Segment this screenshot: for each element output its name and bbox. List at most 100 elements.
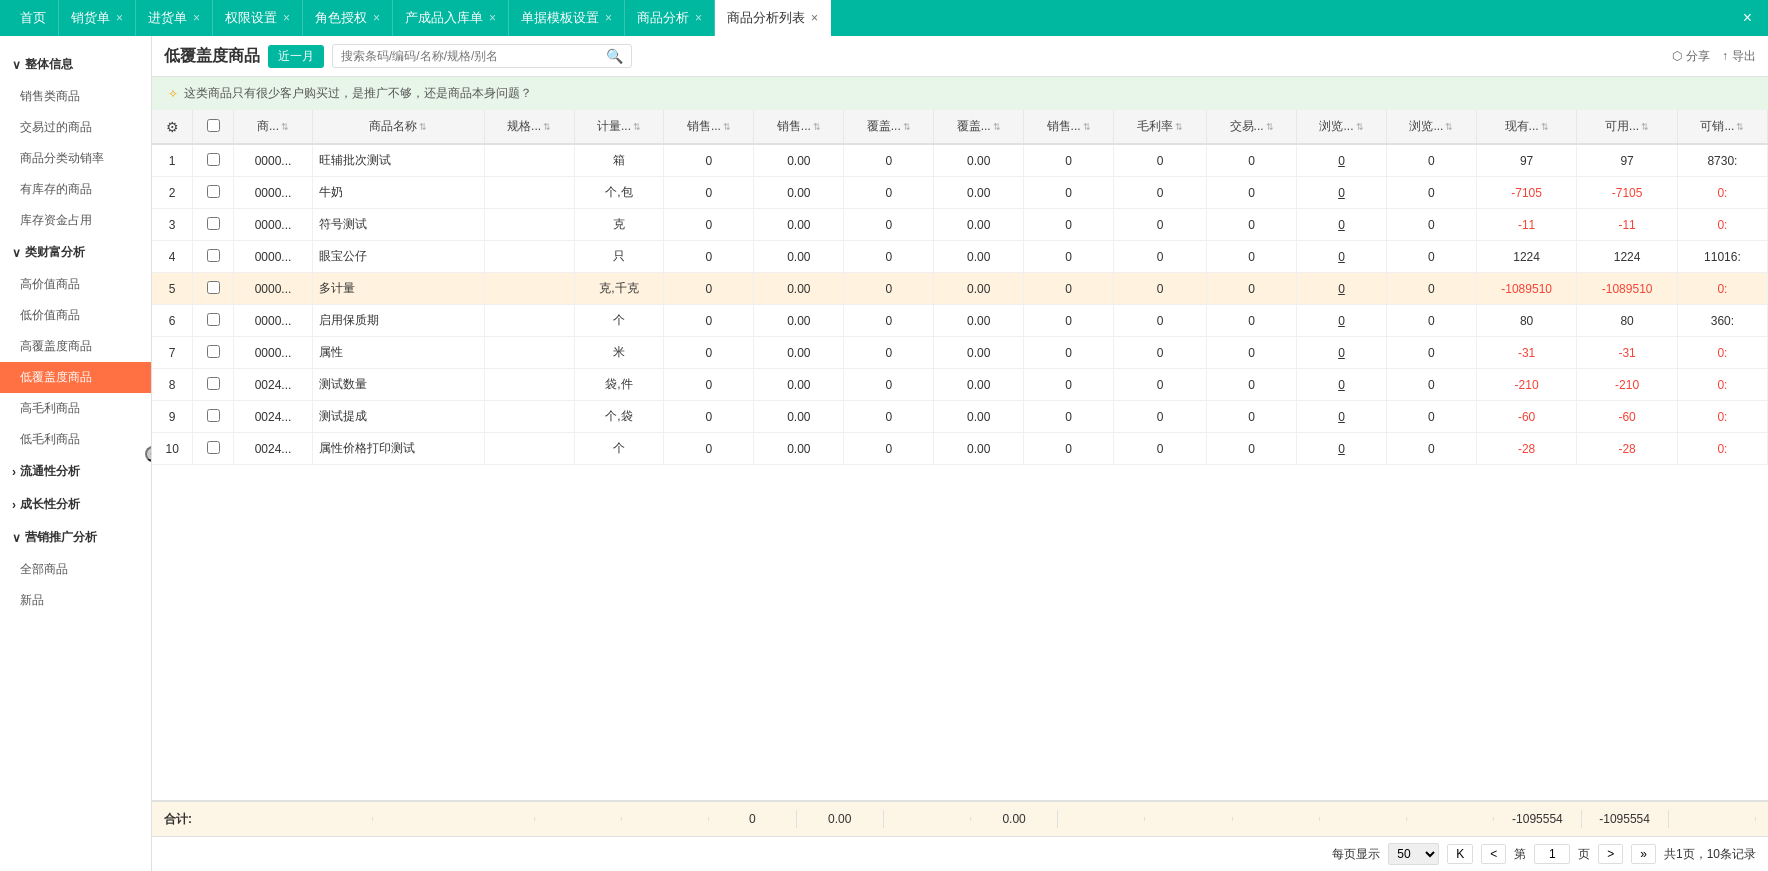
row-select-checkbox[interactable] (207, 249, 220, 262)
page-input[interactable] (1534, 844, 1570, 864)
close-permissions-tab[interactable]: × (283, 11, 290, 25)
nav-tab-roles[interactable]: 角色授权 × (303, 0, 393, 36)
close-products-tab[interactable]: × (489, 11, 496, 25)
gross-margin-column-header[interactable]: 毛利率⇅ (1114, 110, 1207, 144)
row-views1[interactable]: 0 (1297, 209, 1387, 241)
select-all-checkbox[interactable] (207, 119, 220, 132)
export-button[interactable]: ↑ 导出 (1722, 48, 1756, 65)
per-page-select[interactable]: 50 20 100 200 (1388, 843, 1439, 865)
close-sales-tab[interactable]: × (116, 11, 123, 25)
sidebar-section-wealth[interactable]: ∨ 类财富分析 (0, 236, 151, 269)
share-button[interactable]: ⬡ 分享 (1672, 48, 1710, 65)
nav-tab-goods-analysis[interactable]: 商品分析 × (625, 0, 715, 36)
settings-column-header[interactable]: ⚙ (152, 110, 193, 144)
search-input[interactable] (341, 49, 606, 63)
search-box[interactable]: 🔍 (332, 44, 632, 68)
row-select-checkbox[interactable] (207, 153, 220, 166)
row-views1[interactable]: 0 (1297, 337, 1387, 369)
sidebar-item-low-value[interactable]: 低价值商品 (0, 300, 151, 331)
sidebar-item-traded-goods[interactable]: 交易过的商品 (0, 112, 151, 143)
row-views1[interactable]: 0 (1297, 305, 1387, 337)
row-select-checkbox[interactable] (207, 281, 220, 294)
section-arrow-growth: › (12, 498, 16, 512)
sellable-column-header[interactable]: 可销...⇅ (1677, 110, 1767, 144)
code-column-header[interactable]: 商...⇅ (234, 110, 312, 144)
row-sales-amount: 0.00 (754, 177, 844, 209)
row-select-checkbox[interactable] (207, 409, 220, 422)
row-checkbox[interactable] (193, 337, 234, 369)
row-select-checkbox[interactable] (207, 185, 220, 198)
row-views1[interactable]: 0 (1297, 401, 1387, 433)
checkbox-column-header[interactable] (193, 110, 234, 144)
sidebar-item-sales-goods[interactable]: 销售类商品 (0, 81, 151, 112)
sales-coverage-column-header[interactable]: 销售...⇅ (1024, 110, 1114, 144)
available-stock-column-header[interactable]: 可用...⇅ (1577, 110, 1678, 144)
sidebar-item-low-margin[interactable]: 低毛利商品 (0, 424, 151, 455)
row-select-checkbox[interactable] (207, 377, 220, 390)
row-checkbox[interactable] (193, 433, 234, 465)
unit-column-header[interactable]: 计量...⇅ (574, 110, 664, 144)
row-checkbox[interactable] (193, 241, 234, 273)
row-views1[interactable]: 0 (1297, 273, 1387, 305)
close-roles-tab[interactable]: × (373, 11, 380, 25)
current-stock-column-header[interactable]: 现有...⇅ (1476, 110, 1577, 144)
sales-qty-column-header[interactable]: 销售...⇅ (664, 110, 754, 144)
sidebar-item-stock-capital[interactable]: 库存资金占用 (0, 205, 151, 236)
sidebar-section-liquidity[interactable]: › 流通性分析 (0, 455, 151, 488)
sales-amount-column-header[interactable]: 销售...⇅ (754, 110, 844, 144)
sidebar-section-marketing[interactable]: ∨ 营销推广分析 (0, 521, 151, 554)
row-views1[interactable]: 0 (1297, 433, 1387, 465)
row-views1[interactable]: 0 (1297, 369, 1387, 401)
filter-recent-month-button[interactable]: 近一月 (268, 45, 324, 68)
sidebar-item-in-stock-goods[interactable]: 有库存的商品 (0, 174, 151, 205)
close-all-tabs[interactable]: × (1735, 9, 1760, 27)
nav-tab-purchase[interactable]: 进货单 × (136, 0, 213, 36)
nav-tab-templates[interactable]: 单据模板设置 × (509, 0, 625, 36)
row-select-checkbox[interactable] (207, 217, 220, 230)
sidebar-item-low-coverage[interactable]: 低覆盖度商品 (0, 362, 151, 393)
sidebar-section-overall[interactable]: ∨ 整体信息 (0, 48, 151, 81)
nav-tab-home[interactable]: 首页 (8, 0, 59, 36)
name-column-header[interactable]: 商品名称⇅ (312, 110, 484, 144)
sidebar-section-growth[interactable]: › 成长性分析 (0, 488, 151, 521)
spec-column-header[interactable]: 规格...⇅ (484, 110, 574, 144)
sidebar-item-high-coverage[interactable]: 高覆盖度商品 (0, 331, 151, 362)
row-select-checkbox[interactable] (207, 441, 220, 454)
search-icon[interactable]: 🔍 (606, 48, 623, 64)
views2-column-header[interactable]: 浏览...⇅ (1386, 110, 1476, 144)
row-checkbox[interactable] (193, 305, 234, 337)
row-select-checkbox[interactable] (207, 345, 220, 358)
first-page-button[interactable]: K (1447, 844, 1473, 864)
row-views1[interactable]: 0 (1297, 241, 1387, 273)
row-checkbox[interactable] (193, 273, 234, 305)
sidebar-item-high-margin[interactable]: 高毛利商品 (0, 393, 151, 424)
coverage1-column-header[interactable]: 覆盖...⇅ (844, 110, 934, 144)
close-goods-analysis-tab[interactable]: × (695, 11, 702, 25)
nav-tab-permissions[interactable]: 权限设置 × (213, 0, 303, 36)
nav-tab-products[interactable]: 产成品入库单 × (393, 0, 509, 36)
row-checkbox[interactable] (193, 401, 234, 433)
prev-page-button[interactable]: < (1481, 844, 1506, 864)
transaction-column-header[interactable]: 交易...⇅ (1207, 110, 1297, 144)
nav-tab-sales[interactable]: 销货单 × (59, 0, 136, 36)
row-checkbox[interactable] (193, 177, 234, 209)
sidebar-item-high-value[interactable]: 高价值商品 (0, 269, 151, 300)
row-views1[interactable]: 0 (1297, 144, 1387, 177)
views1-column-header[interactable]: 浏览...⇅ (1297, 110, 1387, 144)
nav-tab-goods-analysis-list[interactable]: 商品分析列表 × (715, 0, 831, 36)
coverage2-column-header[interactable]: 覆盖...⇅ (934, 110, 1024, 144)
sidebar-item-all-goods[interactable]: 全部商品 (0, 554, 151, 585)
row-unit: 袋,件 (574, 369, 664, 401)
close-purchase-tab[interactable]: × (193, 11, 200, 25)
next-page-button[interactable]: > (1598, 844, 1623, 864)
sidebar-item-new-goods[interactable]: 新品 (0, 585, 151, 616)
row-checkbox[interactable] (193, 369, 234, 401)
row-select-checkbox[interactable] (207, 313, 220, 326)
last-page-button[interactable]: » (1631, 844, 1656, 864)
row-views1[interactable]: 0 (1297, 177, 1387, 209)
sidebar-item-category-turnover[interactable]: 商品分类动销率 (0, 143, 151, 174)
row-checkbox[interactable] (193, 144, 234, 177)
close-goods-analysis-list-tab[interactable]: × (811, 11, 818, 25)
close-templates-tab[interactable]: × (605, 11, 612, 25)
row-checkbox[interactable] (193, 209, 234, 241)
